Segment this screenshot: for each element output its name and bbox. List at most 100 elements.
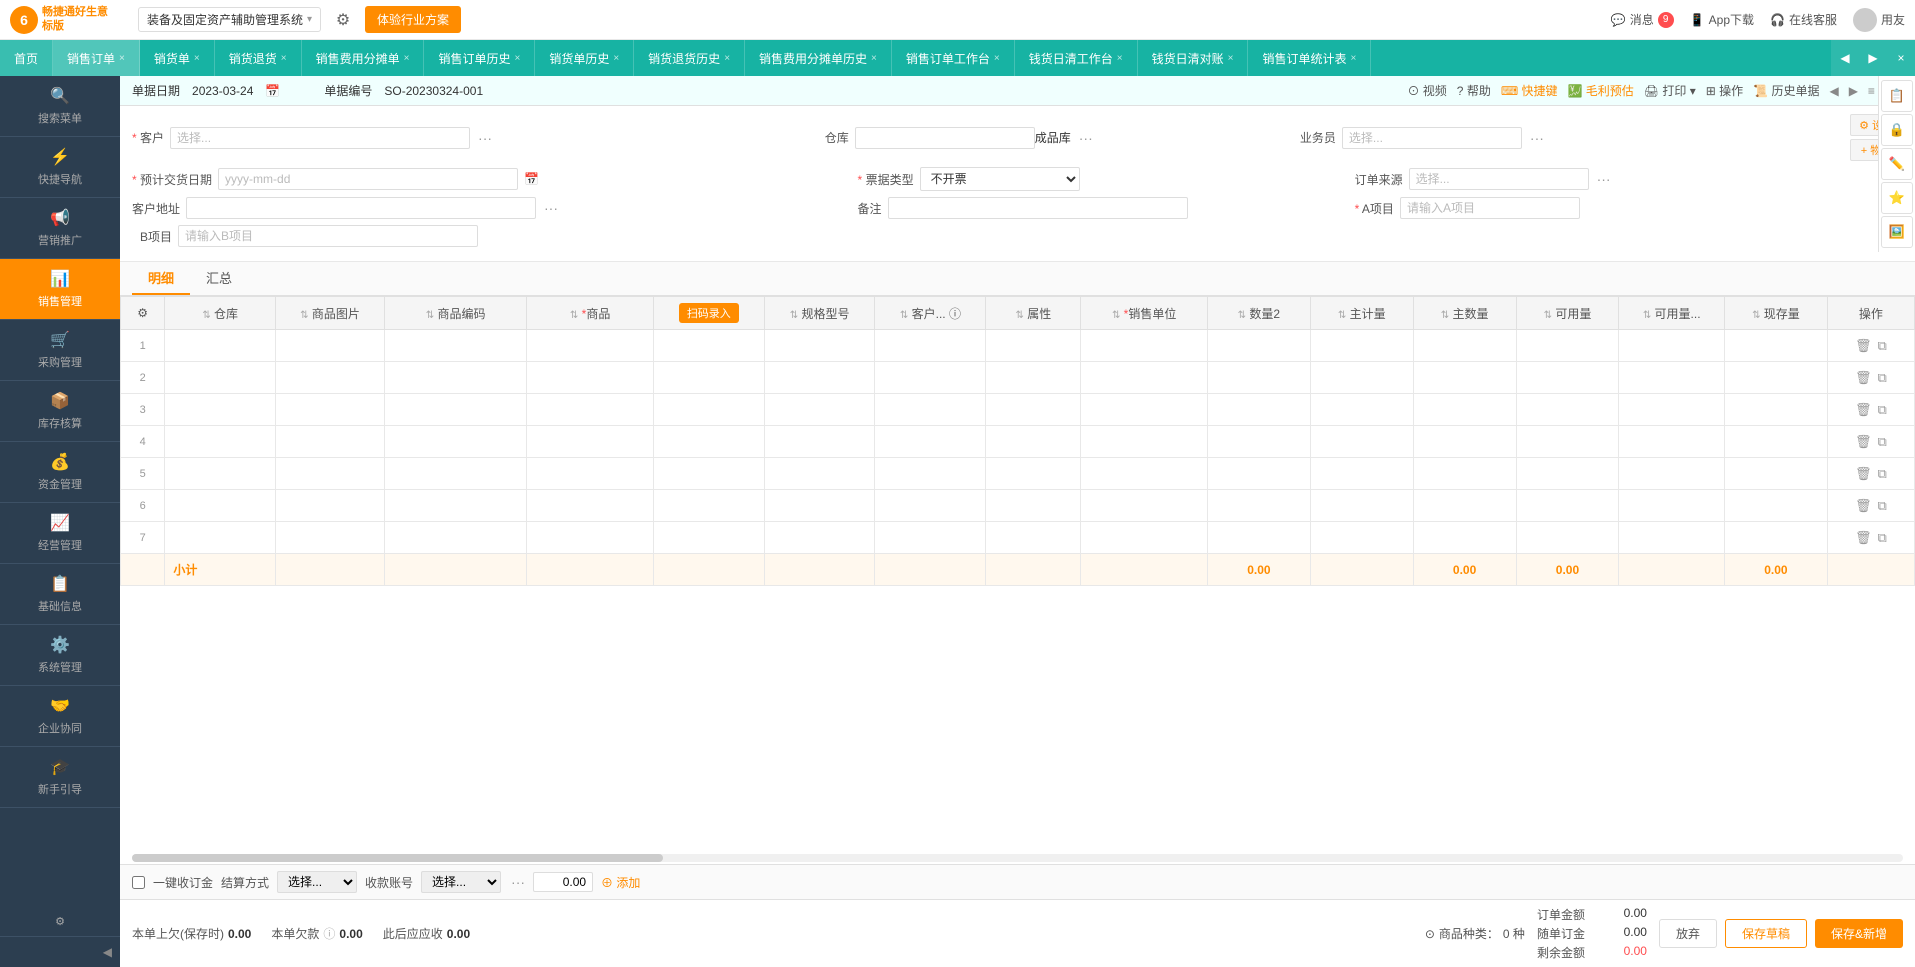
warehouse-input[interactable] <box>855 127 1035 149</box>
address-input[interactable] <box>186 197 536 219</box>
delete-row-icon[interactable]: 🗑 <box>1855 370 1872 386</box>
close-icon[interactable]: × <box>404 53 410 64</box>
sidebar-item-inventory[interactable]: 📦 库存核算 <box>0 381 120 442</box>
calendar-icon[interactable]: 📅 <box>265 84 280 98</box>
save-draft-button[interactable]: 保存草稿 <box>1725 919 1807 948</box>
invoice-type-select[interactable]: 不开票 增值税普通发票 增值税专用发票 <box>920 167 1080 191</box>
th-product[interactable]: ⇅ *商品 <box>527 297 654 330</box>
close-icon[interactable]: × <box>194 53 200 64</box>
customer-input[interactable] <box>170 127 470 149</box>
delivery-date-input[interactable] <box>218 168 518 190</box>
tab-return-history[interactable]: 销货退货历史 × <box>634 40 745 76</box>
sidebar-item-basic[interactable]: 📋 基础信息 <box>0 564 120 625</box>
b-project-input[interactable] <box>178 225 478 247</box>
right-panel-btn-2[interactable]: 🔒 <box>1881 114 1913 146</box>
tab-fee-history[interactable]: 销售费用分摊单历史 × <box>745 40 892 76</box>
system-selector[interactable]: 装备及固定资产辅助管理系统 ▾ <box>138 7 321 32</box>
th-spec[interactable]: ⇅ 规格型号 <box>764 297 875 330</box>
th-main-unit[interactable]: ⇅ 主计量 <box>1310 297 1413 330</box>
close-icon[interactable]: × <box>871 53 877 64</box>
list-view-btn[interactable]: ≡ <box>1868 84 1875 98</box>
tab-close-all-button[interactable]: × <box>1887 40 1915 76</box>
account-select[interactable]: 选择... <box>421 871 501 893</box>
prev-record-btn[interactable]: ◀ <box>1829 84 1838 98</box>
sidebar-item-marketing[interactable]: 📢 营销推广 <box>0 198 120 259</box>
close-icon[interactable]: × <box>119 53 125 64</box>
one-click-checkbox[interactable] <box>132 876 145 889</box>
app-download-item[interactable]: 📱 App下载 <box>1690 11 1754 28</box>
copy-row-icon[interactable]: ⧉ <box>1878 338 1887 354</box>
sidebar-item-purchase[interactable]: 🛒 采购管理 <box>0 320 120 381</box>
sidebar-item-cooperation[interactable]: 🤝 企业协同 <box>0 686 120 747</box>
delete-row-icon[interactable]: 🗑 <box>1855 338 1872 354</box>
tab-next-button[interactable]: ▶ <box>1859 40 1887 76</box>
order-source-more-btn[interactable]: ··· <box>1597 171 1611 187</box>
sidebar-item-sales[interactable]: 📊 销售管理 <box>0 259 120 320</box>
user-item[interactable]: 用友 <box>1853 8 1905 32</box>
operate-btn[interactable]: ⊞ 操作 <box>1706 82 1743 99</box>
tab-order-history[interactable]: 销售订单历史 × <box>424 40 535 76</box>
tab-goods-history[interactable]: 销货单历史 × <box>535 40 634 76</box>
copy-row-icon[interactable]: ⧉ <box>1878 498 1887 514</box>
delete-row-icon[interactable]: 🗑 <box>1855 434 1872 450</box>
address-more-btn[interactable]: ··· <box>544 200 558 216</box>
sidebar-item-finance[interactable]: 💰 资金管理 <box>0 442 120 503</box>
tab-detail[interactable]: 明细 <box>132 262 190 295</box>
th-qty2[interactable]: ⇅ 数量2 <box>1207 297 1310 330</box>
amount-input[interactable] <box>533 872 593 892</box>
message-item[interactable]: 💬 消息 9 <box>1611 11 1674 28</box>
close-icon[interactable]: × <box>994 53 1000 64</box>
sidebar-collapse-button[interactable]: ◀ <box>0 937 120 967</box>
order-source-input[interactable] <box>1409 168 1589 190</box>
delete-row-icon[interactable]: 🗑 <box>1855 466 1872 482</box>
calendar2-icon[interactable]: 📅 <box>524 172 539 186</box>
settlement-select[interactable]: 选择... <box>277 871 357 893</box>
tab-prev-button[interactable]: ◀ <box>1831 40 1859 76</box>
staff-more-btn[interactable]: ··· <box>1530 130 1544 146</box>
add-payment-btn[interactable]: ⊕ 添加 <box>601 874 640 891</box>
tab-home[interactable]: 首页 <box>0 40 53 76</box>
help-btn[interactable]: ? 帮助 <box>1457 82 1491 99</box>
right-panel-btn-1[interactable]: 📋 <box>1881 80 1913 112</box>
tab-cash-reconcile[interactable]: 钱货日清对账 × <box>1138 40 1249 76</box>
a-project-input[interactable] <box>1400 197 1580 219</box>
horizontal-scrollbar[interactable] <box>132 854 1903 862</box>
th-warehouse[interactable]: ⇅ 仓库 <box>165 297 276 330</box>
delete-row-icon[interactable]: 🗑 <box>1855 498 1872 514</box>
sidebar-settings-button[interactable]: ⚙ <box>0 907 120 937</box>
industry-button[interactable]: 体验行业方案 <box>365 6 461 33</box>
th-available[interactable]: ⇅ 可用量 <box>1516 297 1619 330</box>
sidebar-item-operations[interactable]: 📈 经营管理 <box>0 503 120 564</box>
tab-summary[interactable]: 汇总 <box>190 262 248 295</box>
tab-stats[interactable]: 销售订单统计表 × <box>1248 40 1371 76</box>
th-attribute[interactable]: ⇅ 属性 <box>986 297 1081 330</box>
close-icon[interactable]: × <box>1350 53 1356 64</box>
th-settings[interactable]: ⚙ <box>121 297 165 330</box>
close-icon[interactable]: × <box>1117 53 1123 64</box>
customer-more-btn[interactable]: ··· <box>478 130 492 146</box>
close-icon[interactable]: × <box>281 53 287 64</box>
remark-input[interactable] <box>888 197 1188 219</box>
next-record-btn[interactable]: ▶ <box>1849 84 1858 98</box>
tab-cash-workbench[interactable]: 钱货日清工作台 × <box>1015 40 1138 76</box>
tab-return[interactable]: 销货退货 × <box>215 40 302 76</box>
tab-sales-goods[interactable]: 销货单 × <box>140 40 215 76</box>
save-new-button[interactable]: 保存&新增 <box>1815 919 1903 948</box>
th-available-more[interactable]: ⇅ 可用量... <box>1619 297 1725 330</box>
view-btn[interactable]: ⊙ 视频 <box>1407 82 1446 99</box>
th-code[interactable]: ⇅ 商品编码 <box>384 297 526 330</box>
copy-row-icon[interactable]: ⧉ <box>1878 530 1887 546</box>
tab-sales-order[interactable]: 销售订单 × <box>53 40 140 76</box>
tab-fee-split[interactable]: 销售费用分摊单 × <box>302 40 425 76</box>
tab-order-workbench[interactable]: 销售订单工作台 × <box>892 40 1015 76</box>
th-customer-code[interactable]: ⇅ 客户... ⓘ <box>875 297 986 330</box>
warehouse-more-btn[interactable]: ··· <box>1079 130 1093 146</box>
sidebar-item-beginner[interactable]: 🎓 新手引导 <box>0 747 120 808</box>
th-image[interactable]: ⇅ 商品图片 <box>276 297 385 330</box>
copy-row-icon[interactable]: ⧉ <box>1878 402 1887 418</box>
print-btn[interactable]: 🖨 打印 ▾ <box>1644 82 1696 99</box>
sidebar-item-system[interactable]: ⚙️ 系统管理 <box>0 625 120 686</box>
sidebar-item-guide[interactable]: ⚡ 快捷导航 <box>0 137 120 198</box>
staff-input[interactable] <box>1342 127 1522 149</box>
close-icon[interactable]: × <box>514 53 520 64</box>
